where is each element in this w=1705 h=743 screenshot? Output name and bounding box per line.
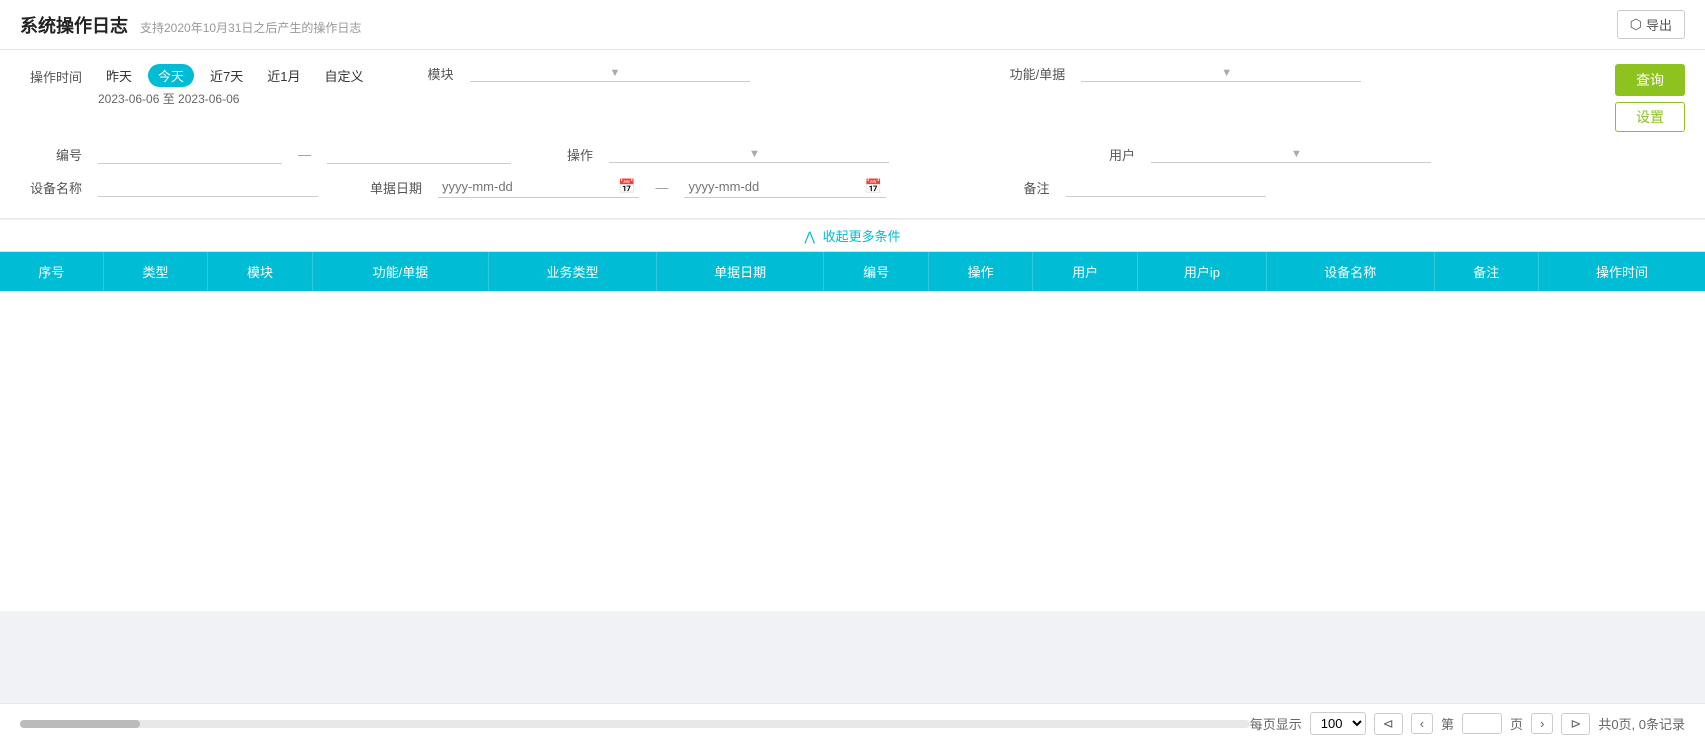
custom-btn[interactable]: 自定义 (317, 64, 372, 87)
table-header-cell: 序号 (0, 252, 103, 291)
func-select[interactable]: ▼ (1081, 65, 1361, 82)
page-label: 第 (1441, 714, 1454, 733)
total-info: 共0页, 0条记录 (1598, 714, 1685, 733)
horizontal-scrollbar[interactable] (20, 718, 1250, 730)
operation-select[interactable]: ▼ (609, 146, 889, 163)
time-buttons: 昨天 今天 近7天 近1月 自定义 (98, 64, 372, 87)
today-btn[interactable]: 今天 (148, 64, 194, 87)
data-table: 序号类型模块功能/单据业务类型单据日期编号操作用户用户ip设备名称备注操作时间 (0, 252, 1705, 291)
number-from-input[interactable] (98, 144, 282, 164)
last-page-button[interactable]: ⊳ (1561, 713, 1590, 735)
table-header-cell: 单据日期 (656, 252, 824, 291)
collapse-label: 收起更多条件 (823, 229, 901, 244)
first-page-button[interactable]: ⊲ (1374, 713, 1403, 735)
date-from-wrap: 📅 (438, 176, 639, 198)
table-header-cell: 类型 (103, 252, 207, 291)
per-page-label: 每页显示 (1250, 714, 1302, 733)
pagination: 每页显示 100 50 200 ⊲ ‹ 第 1 页 › ⊳ 共0页, 0条记录 (1250, 712, 1685, 735)
voucher-date-label: 单据日期 (360, 178, 430, 197)
per-page-select[interactable]: 100 50 200 (1310, 712, 1366, 735)
table-header-cell: 用户ip (1137, 252, 1266, 291)
operation-chevron-icon: ▼ (749, 148, 885, 160)
next-page-button[interactable]: › (1531, 713, 1553, 734)
export-label: 导出 (1646, 15, 1672, 34)
page-title: 系统操作日志 (20, 12, 128, 38)
page-subtitle: 支持2020年10月31日之后产生的操作日志 (140, 19, 361, 36)
user-chevron-icon: ▼ (1291, 148, 1427, 160)
action-buttons: 查询 设置 (1615, 64, 1685, 132)
table-header-cell: 功能/单据 (312, 252, 488, 291)
date-from-calendar-icon[interactable]: 📅 (618, 178, 635, 195)
empty-area (0, 291, 1705, 611)
query-button[interactable]: 查询 (1615, 64, 1685, 96)
module-select[interactable]: ▼ (470, 65, 750, 82)
func-label: 功能/单据 (1003, 64, 1073, 83)
scroll-thumb[interactable] (20, 720, 140, 728)
filter-row-2: 编号 — 操作 ▼ 用户 (20, 144, 1685, 164)
filter-row-1: 操作时间 昨天 今天 近7天 近1月 自定义 2023-06-06 至 2023… (20, 64, 1685, 132)
filter-row-3: 设备名称 单据日期 📅 — 📅 (20, 176, 1685, 198)
number-dash: — (298, 147, 311, 162)
module-label: 模块 (392, 64, 462, 83)
table-header-cell: 用户 (1033, 252, 1137, 291)
export-button[interactable]: ⬡ 导出 (1617, 10, 1685, 39)
module-chevron-icon: ▼ (610, 67, 746, 79)
date-to-wrap: 📅 (684, 176, 885, 198)
time-filter-group: 昨天 今天 近7天 近1月 自定义 2023-06-06 至 2023-06-0… (98, 64, 372, 107)
number-label: 编号 (20, 145, 90, 164)
table-header-cell: 操作 (928, 252, 1032, 291)
op-time-label: 操作时间 (20, 64, 90, 86)
table-wrap: 序号类型模块功能/单据业务类型单据日期编号操作用户用户ip设备名称备注操作时间 (0, 252, 1705, 611)
func-chevron-icon: ▼ (1221, 67, 1357, 79)
last7days-btn[interactable]: 近7天 (202, 64, 251, 87)
time-range: 2023-06-06 至 2023-06-06 (98, 90, 372, 107)
yesterday-btn[interactable]: 昨天 (98, 64, 140, 87)
page-header: 系统操作日志 支持2020年10月31日之后产生的操作日志 ⬡ 导出 (0, 0, 1705, 50)
remark-input[interactable] (1066, 177, 1266, 197)
device-input[interactable] (98, 177, 318, 197)
table-header-cell: 编号 (824, 252, 928, 291)
collapse-up-icon: ⋀ (804, 229, 815, 244)
table-header-cell: 操作时间 (1539, 252, 1705, 291)
export-icon: ⬡ (1630, 16, 1642, 33)
user-label: 用户 (1073, 145, 1143, 164)
table-header-cell: 模块 (208, 252, 312, 291)
remark-label: 备注 (988, 178, 1058, 197)
collapse-bar[interactable]: ⋀ 收起更多条件 (0, 219, 1705, 252)
table-header-row: 序号类型模块功能/单据业务类型单据日期编号操作用户用户ip设备名称备注操作时间 (0, 252, 1705, 291)
filter-area: 操作时间 昨天 今天 近7天 近1月 自定义 2023-06-06 至 2023… (0, 50, 1705, 219)
header-left: 系统操作日志 支持2020年10月31日之后产生的操作日志 (20, 12, 361, 38)
last1month-btn[interactable]: 近1月 (259, 64, 308, 87)
prev-page-button[interactable]: ‹ (1411, 713, 1433, 734)
table-header-cell: 备注 (1434, 252, 1538, 291)
settings-button[interactable]: 设置 (1615, 102, 1685, 132)
bottom-bar: 每页显示 100 50 200 ⊲ ‹ 第 1 页 › ⊳ 共0页, 0条记录 (0, 703, 1705, 743)
date-to-calendar-icon[interactable]: 📅 (864, 178, 881, 195)
page-number-input[interactable]: 1 (1462, 713, 1502, 734)
table-header-cell: 业务类型 (489, 252, 657, 291)
operation-label: 操作 (531, 145, 601, 164)
date-to-input[interactable] (688, 179, 864, 194)
device-label: 设备名称 (20, 178, 90, 197)
table-header-cell: 设备名称 (1266, 252, 1434, 291)
page-suffix: 页 (1510, 714, 1523, 733)
number-to-input[interactable] (327, 144, 511, 164)
scroll-track (20, 720, 1250, 728)
date-dash: — (655, 180, 668, 195)
date-from-input[interactable] (442, 179, 618, 194)
user-select[interactable]: ▼ (1151, 146, 1431, 163)
